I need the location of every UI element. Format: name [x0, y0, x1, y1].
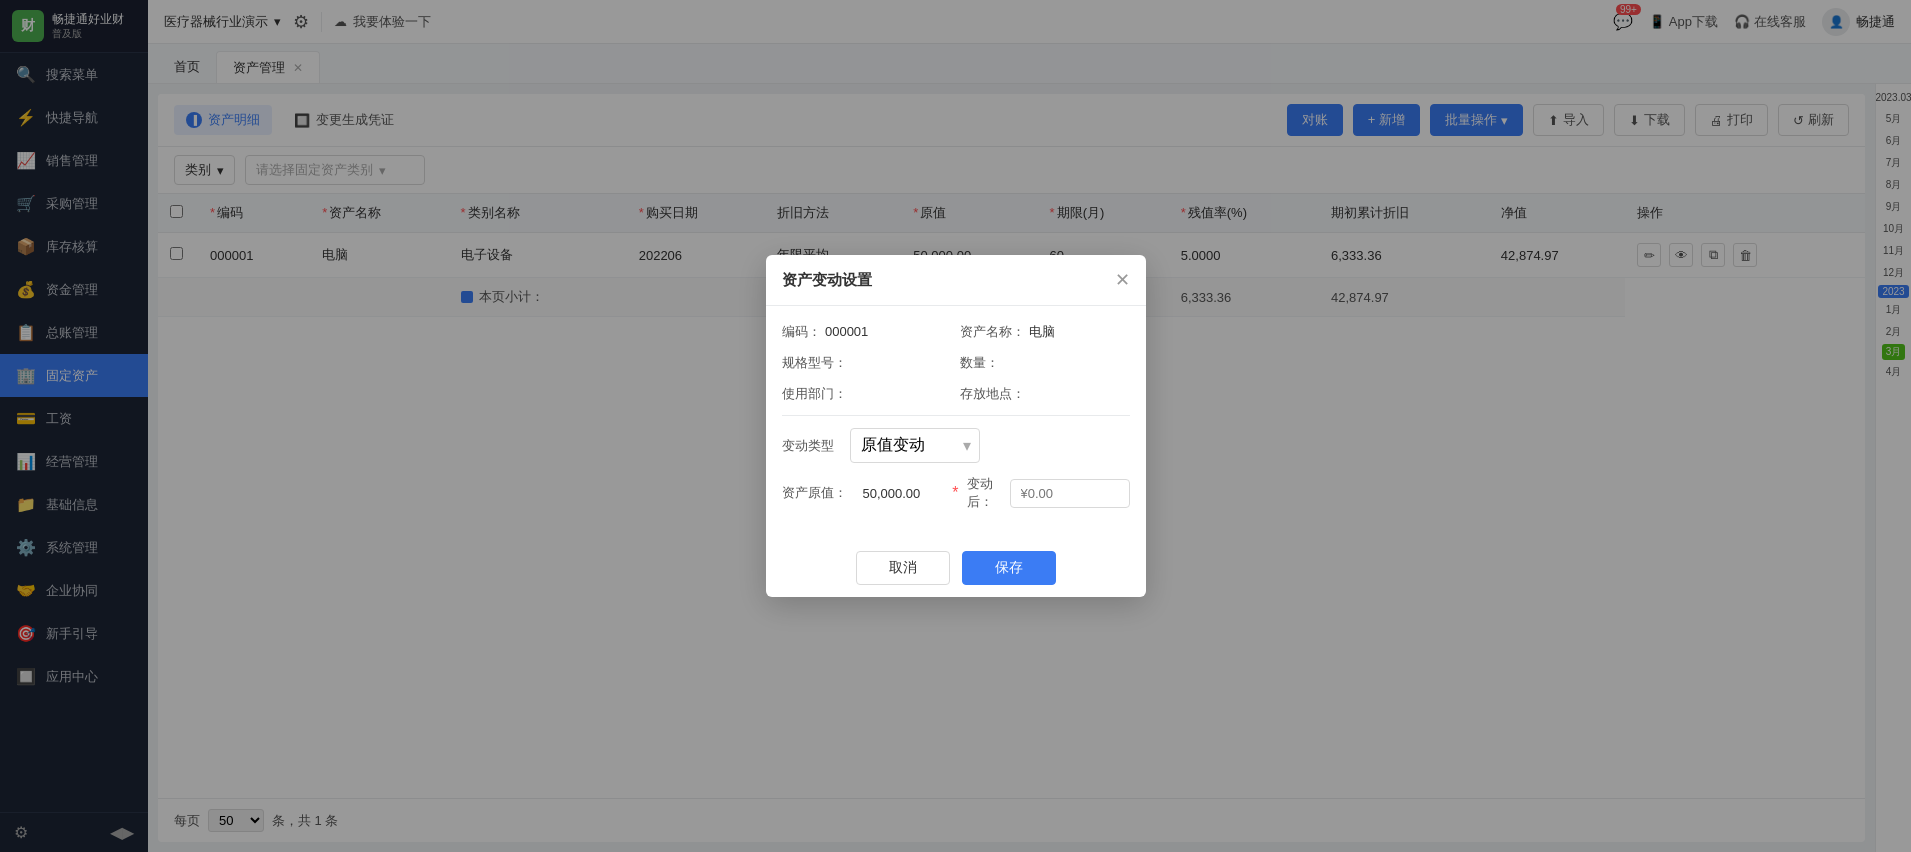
modal-footer: 取消 保存 — [766, 539, 1146, 597]
modal-field-spec: 规格型号： — [782, 353, 952, 372]
modal-field-code: 编码： 000001 — [782, 322, 952, 341]
change-type-select[interactable]: 原值变动 ▾ — [850, 428, 980, 463]
cancel-button[interactable]: 取消 — [856, 551, 950, 585]
modal-after-change-label: 变动后： — [967, 475, 996, 511]
change-type-value: 原值变动 — [861, 435, 925, 456]
modal-after-required: * — [952, 484, 958, 502]
modal-spec-label: 规格型号： — [782, 355, 847, 370]
save-button[interactable]: 保存 — [962, 551, 1056, 585]
modal-close-icon[interactable]: ✕ — [1115, 269, 1130, 291]
save-label: 保存 — [995, 559, 1023, 575]
modal-field-asset-name: 资产名称： 电脑 — [960, 322, 1130, 341]
modal-quantity-label: 数量： — [960, 355, 999, 370]
modal-header: 资产变动设置 ✕ — [766, 255, 1146, 306]
modal-body: 编码： 000001 资产名称： 电脑 规格型号： 数量： — [766, 306, 1146, 539]
modal-row-dept-loc: 使用部门： 存放地点： — [782, 384, 1130, 403]
modal-row-values: 资产原值： 50,000.00 * 变动后： — [782, 475, 1130, 511]
modal-field-department: 使用部门： — [782, 384, 952, 403]
modal-title: 资产变动设置 — [782, 271, 872, 290]
modal-row-change-type: 变动类型 原值变动 ▾ — [782, 428, 1130, 463]
modal-overlay: 资产变动设置 ✕ 编码： 000001 资产名称： 电脑 规格型号： — [0, 0, 1911, 852]
after-change-input[interactable] — [1010, 479, 1130, 508]
modal-divider — [782, 415, 1130, 416]
cancel-label: 取消 — [889, 559, 917, 575]
change-type-dropdown-icon: ▾ — [963, 436, 971, 455]
modal-location-label: 存放地点： — [960, 386, 1025, 401]
modal-asset-name-value: 电脑 — [1029, 324, 1055, 339]
modal-row-code-name: 编码： 000001 资产名称： 电脑 — [782, 322, 1130, 341]
modal-row-spec-qty: 规格型号： 数量： — [782, 353, 1130, 372]
asset-change-modal: 资产变动设置 ✕ 编码： 000001 资产名称： 电脑 规格型号： — [766, 255, 1146, 597]
modal-field-quantity: 数量： — [960, 353, 1130, 372]
modal-change-type-label: 变动类型 — [782, 437, 834, 455]
modal-asset-value-label: 资产原值： — [782, 484, 847, 502]
modal-code-label: 编码： — [782, 324, 821, 339]
modal-department-label: 使用部门： — [782, 386, 847, 401]
modal-code-value: 000001 — [825, 324, 868, 339]
modal-asset-name-label: 资产名称： — [960, 324, 1025, 339]
modal-field-location: 存放地点： — [960, 384, 1130, 403]
modal-asset-value-value: 50,000.00 — [863, 486, 921, 501]
